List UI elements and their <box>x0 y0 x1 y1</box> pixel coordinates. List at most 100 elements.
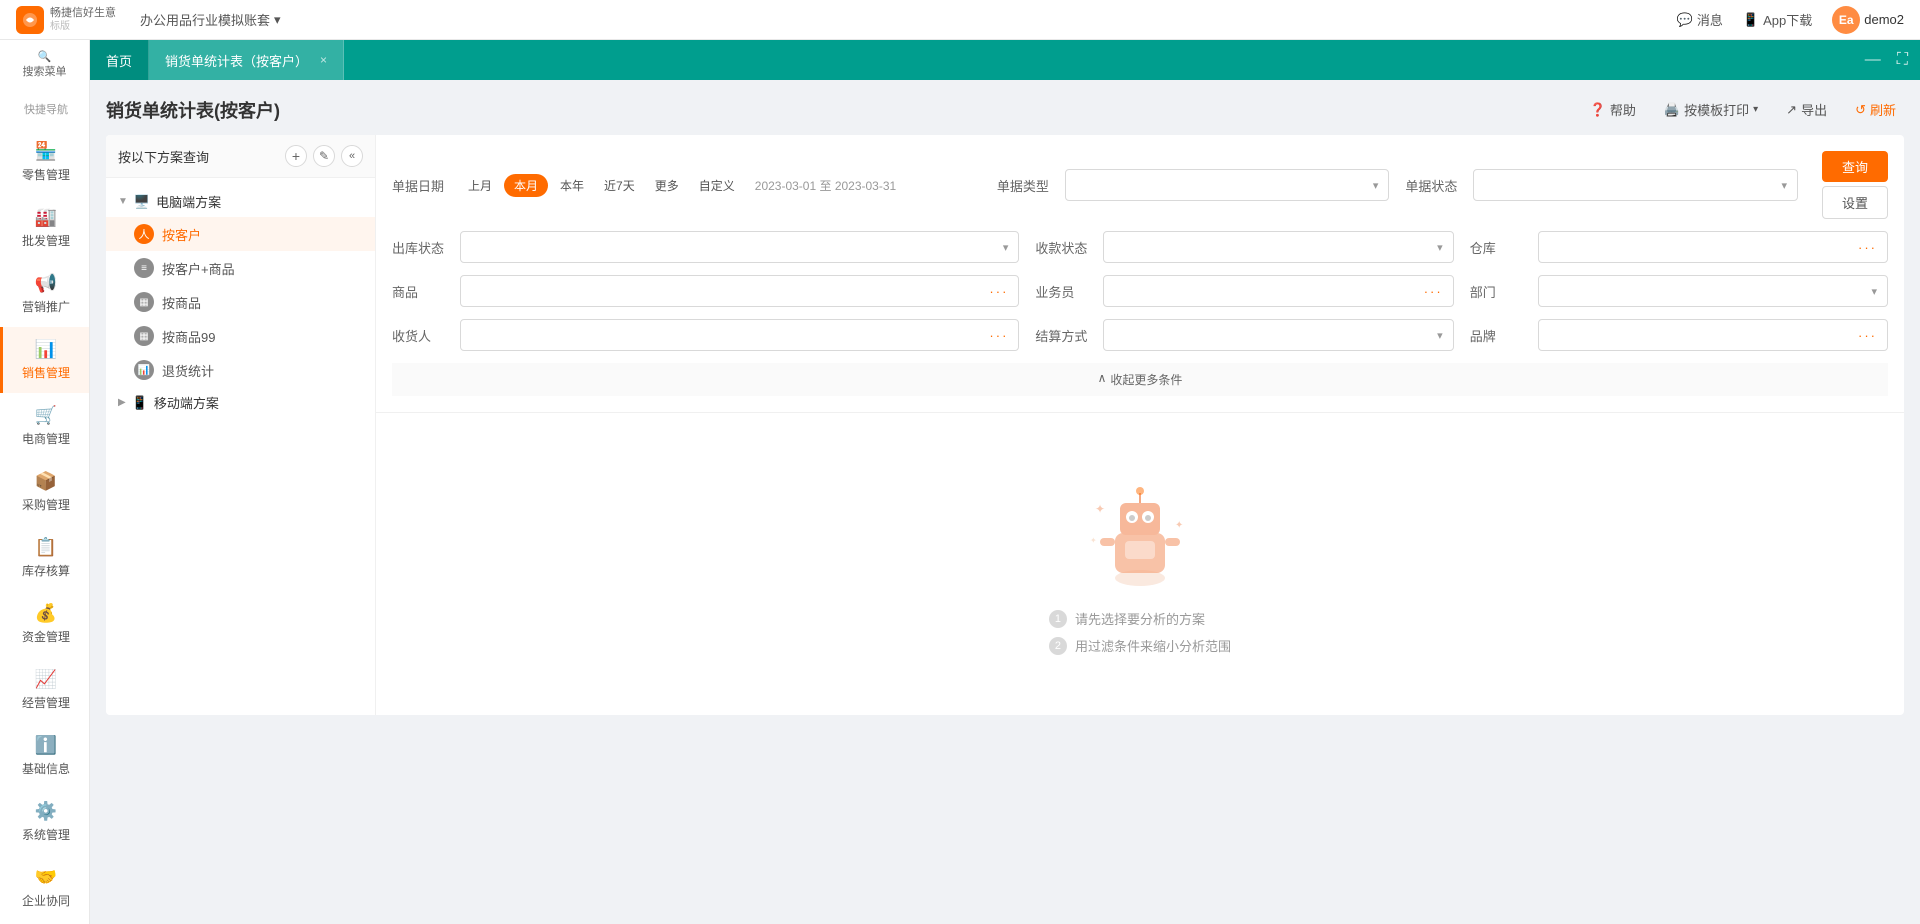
tree-category-pc[interactable]: ▼ 🖥️ 电脑端方案 <box>106 186 375 217</box>
warehouse-select[interactable]: ··· <box>1538 231 1888 263</box>
refresh-icon: ↺ <box>1855 102 1866 118</box>
sidebar-item-sales[interactable]: 📊 销售管理 <box>0 327 89 393</box>
action-buttons: 查询 设置 <box>1822 151 1888 219</box>
date-shortcut-7days[interactable]: 近7天 <box>596 173 643 198</box>
category-expand-icon: ▼ <box>118 196 128 207</box>
sidebar-item-system[interactable]: ⚙️ 系统管理 <box>0 789 89 855</box>
content-area: 首页 销货单统计表（按客户） × — ⛶ 销货单统计表(按客户) ❓ 帮助 <box>90 40 1920 924</box>
tab-maximize-icon[interactable]: ⛶ <box>1893 47 1912 73</box>
logo-area: 畅捷信好生意 标版 <box>16 6 116 34</box>
tab-bar-actions: — ⛶ <box>1861 47 1920 73</box>
filter-row-4: 收货人 ··· 结算方式 <box>392 319 1888 351</box>
basic-icon: ℹ️ <box>35 735 57 756</box>
export-button[interactable]: ↗ 导出 <box>1778 96 1835 123</box>
tab-home[interactable]: 首页 <box>90 40 149 80</box>
sidebar-item-purchase[interactable]: 📦 采购管理 <box>0 459 89 525</box>
help-icon: ❓ <box>1590 102 1606 118</box>
tree-item-return-stat[interactable]: 📊 退货统计 <box>106 353 375 387</box>
sidebar-item-marketing[interactable]: 📢 营销推广 <box>0 261 89 327</box>
message-icon: 💬 <box>1677 12 1693 28</box>
header-left: 畅捷信好生意 标版 办公用品行业模拟账套 ▾ <box>16 6 281 34</box>
salesman-select[interactable]: ··· <box>1103 275 1453 307</box>
tab-bar: 首页 销货单统计表（按客户） × — ⛶ <box>90 40 1920 80</box>
warehouse-col: 仓库 ··· <box>1470 231 1888 263</box>
page-title: 销货单统计表(按客户) <box>106 97 280 123</box>
receipt-status-select[interactable]: ▾ <box>1103 231 1453 263</box>
date-shortcut-last-month[interactable]: 上月 <box>460 173 500 198</box>
brand-select[interactable]: ··· <box>1538 319 1888 351</box>
brand-dots: ··· <box>1858 328 1877 343</box>
split-content: 按以下方案查询 + ✎ « <box>106 135 1904 715</box>
return-icon: 📊 <box>134 360 154 380</box>
refresh-button[interactable]: ↺ 刷新 <box>1847 96 1904 123</box>
receiver-select[interactable]: ··· <box>460 319 1019 351</box>
date-shortcut-custom[interactable]: 自定义 <box>691 173 743 198</box>
workspace-selector[interactable]: 办公用品行业模拟账套 ▾ <box>140 10 281 29</box>
export-icon: ↗ <box>1786 102 1797 118</box>
message-action[interactable]: 💬 消息 <box>1677 10 1723 29</box>
template-print-button[interactable]: 🖨️ 按模板打印 ▾ <box>1656 96 1766 123</box>
tab-close-icon[interactable]: × <box>320 53 327 67</box>
purchase-icon: 📦 <box>35 471 57 492</box>
tree-item-by-goods-99[interactable]: ▦ 按商品99 <box>106 319 375 353</box>
sidebar: 🔍 搜索菜单 快捷导航 🏪 零售管理 🏭 批发管理 📢 营销推广 📊 销售管理 … <box>0 40 90 924</box>
goods-dots: ··· <box>989 284 1008 299</box>
svg-text:✦: ✦ <box>1090 536 1097 545</box>
template-dropdown-arrow: ▾ <box>1753 104 1758 115</box>
date-shortcut-this-year[interactable]: 本年 <box>552 173 592 198</box>
order-type-col: 单据类型 ▾ <box>997 169 1390 201</box>
department-label: 部门 <box>1470 282 1530 301</box>
mobile-icon: 📱 <box>132 395 148 411</box>
empty-hint-2: 2 用过滤条件来缩小分析范围 <box>1049 636 1231 655</box>
order-type-label: 单据类型 <box>997 176 1057 195</box>
app-download-action[interactable]: 📱 App下载 <box>1743 10 1812 29</box>
tab-sales-stat[interactable]: 销货单统计表（按客户） × <box>149 40 344 80</box>
left-panel-header: 按以下方案查询 + ✎ « <box>106 135 375 178</box>
goods-select[interactable]: ··· <box>460 275 1019 307</box>
salesman-label: 业务员 <box>1035 282 1095 301</box>
order-type-select[interactable]: ▾ <box>1065 169 1390 201</box>
department-select[interactable]: ▾ <box>1538 275 1888 307</box>
sidebar-item-operation[interactable]: 📈 经营管理 <box>0 657 89 723</box>
user-profile[interactable]: Ea demo2 <box>1832 6 1904 34</box>
main-layout: 🔍 搜索菜单 快捷导航 🏪 零售管理 🏭 批发管理 📢 营销推广 📊 销售管理 … <box>0 40 1920 924</box>
edit-scheme-button[interactable]: ✎ <box>313 145 335 167</box>
query-button[interactable]: 查询 <box>1822 151 1888 182</box>
sidebar-nav-label: 快捷导航 <box>0 89 89 129</box>
settlement-arrow: ▾ <box>1437 329 1443 342</box>
sales-icon: 📊 <box>35 339 57 360</box>
empty-hint-1: 1 请先选择要分析的方案 <box>1049 609 1231 628</box>
date-shortcut-more[interactable]: 更多 <box>647 173 687 198</box>
date-shortcut-this-month[interactable]: 本月 <box>504 174 548 197</box>
department-arrow: ▾ <box>1871 285 1877 298</box>
collapse-panel-button[interactable]: « <box>341 145 363 167</box>
filter-row-1: 单据日期 上月 本月 本年 近7天 更多 自定义 2023-03-01 至 20… <box>392 151 1888 219</box>
sidebar-search[interactable]: 🔍 搜索菜单 <box>0 40 89 89</box>
order-status-label: 单据状态 <box>1405 176 1465 195</box>
settlement-select[interactable]: ▾ <box>1103 319 1453 351</box>
help-button[interactable]: ❓ 帮助 <box>1582 96 1644 123</box>
sidebar-item-inventory[interactable]: 📋 库存核算 <box>0 525 89 591</box>
settlement-col: 结算方式 ▾ <box>1035 319 1453 351</box>
add-scheme-button[interactable]: + <box>285 145 307 167</box>
tree-item-by-goods[interactable]: ▦ 按商品 <box>106 285 375 319</box>
sidebar-item-retail[interactable]: 🏪 零售管理 <box>0 129 89 195</box>
sidebar-item-enterprise[interactable]: 🤝 企业协同 <box>0 855 89 921</box>
sidebar-item-wholesale[interactable]: 🏭 批发管理 <box>0 195 89 261</box>
sidebar-item-basic[interactable]: ℹ️ 基础信息 <box>0 723 89 789</box>
tree-category-mobile[interactable]: ▶ 📱 移动端方案 <box>106 387 375 418</box>
warehouse-label: 仓库 <box>1470 238 1530 257</box>
sidebar-item-finance[interactable]: 💰 资金管理 <box>0 591 89 657</box>
empty-hints: 1 请先选择要分析的方案 2 用过滤条件来缩小分析范围 <box>1049 609 1231 655</box>
settlement-label: 结算方式 <box>1035 326 1095 345</box>
receiver-dots: ··· <box>989 328 1008 343</box>
order-status-select[interactable]: ▾ <box>1473 169 1798 201</box>
tree-item-by-customer-goods[interactable]: ≡ 按客户+商品 <box>106 251 375 285</box>
sidebar-item-ecommerce[interactable]: 🛒 电商管理 <box>0 393 89 459</box>
tab-minimize-icon[interactable]: — <box>1861 47 1885 73</box>
settings-button[interactable]: 设置 <box>1822 186 1888 219</box>
out-status-select[interactable]: ▾ <box>460 231 1019 263</box>
collapse-row[interactable]: ∧ 收起更多条件 <box>392 363 1888 396</box>
tree-item-by-customer[interactable]: 人 按客户 <box>106 217 375 251</box>
wholesale-icon: 🏭 <box>35 207 57 228</box>
